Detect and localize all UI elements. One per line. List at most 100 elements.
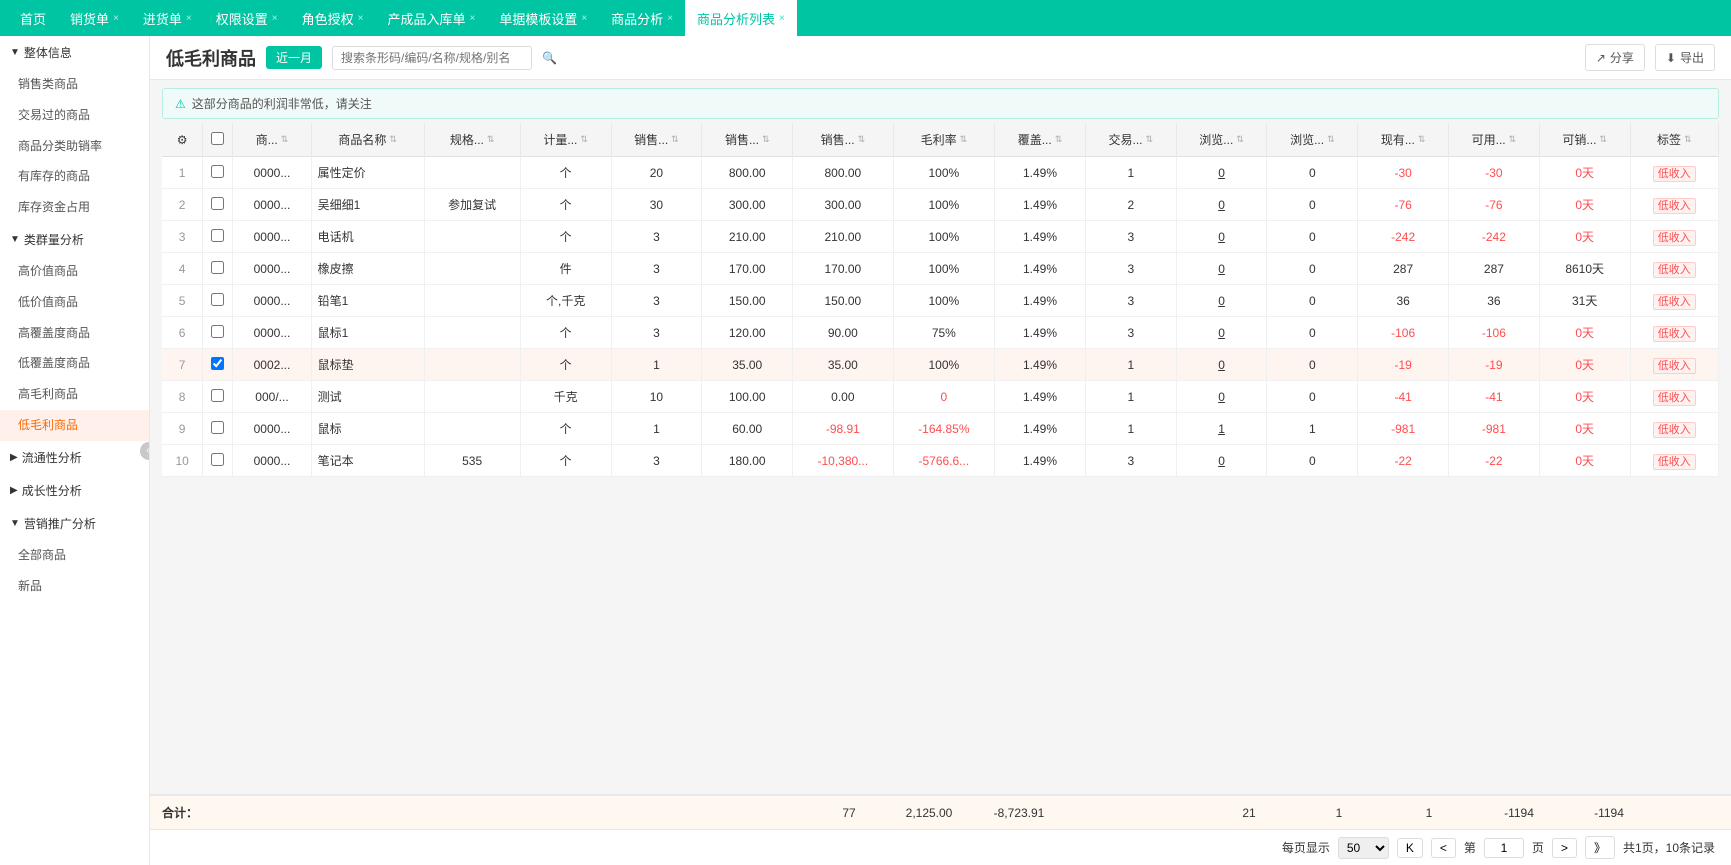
row-checkbox-cell[interactable]	[203, 253, 233, 285]
page-number-input[interactable]	[1484, 838, 1524, 858]
row-browse1[interactable]: 0	[1176, 349, 1267, 381]
row-browse1[interactable]: 0	[1176, 285, 1267, 317]
per-page-select[interactable]: 50 20 100	[1338, 837, 1389, 859]
row-browse1[interactable]: 0	[1176, 253, 1267, 285]
row-checkbox-cell[interactable]	[203, 285, 233, 317]
nav-template-settings[interactable]: 单据模板设置 ×	[487, 0, 599, 36]
row-checkbox[interactable]	[211, 453, 224, 466]
nav-role-auth[interactable]: 角色授权 ×	[290, 0, 376, 36]
sidebar-item-all-goods[interactable]: 全部商品	[0, 540, 149, 571]
row-checkbox[interactable]	[211, 197, 224, 210]
row-checkbox[interactable]	[211, 165, 224, 178]
row-browse1[interactable]: 0	[1176, 381, 1267, 413]
row-name[interactable]: 属性定价	[311, 157, 424, 189]
col-unit[interactable]: 计量... ⇅	[520, 123, 611, 157]
sidebar-item-new-goods[interactable]: 新品	[0, 571, 149, 602]
row-name[interactable]: 鼠标1	[311, 317, 424, 349]
share-button[interactable]: ↗ 分享	[1585, 44, 1645, 71]
nav-product-warehouse[interactable]: 产成品入库单 ×	[375, 0, 487, 36]
date-filter-button[interactable]: 近一月	[266, 46, 322, 69]
col-available[interactable]: 可用... ⇅	[1449, 123, 1540, 157]
close-role-auth-icon[interactable]: ×	[358, 13, 364, 24]
last-page-button[interactable]: 》	[1585, 836, 1615, 859]
row-browse1[interactable]: 0	[1176, 189, 1267, 221]
row-name[interactable]: 电话机	[311, 221, 424, 253]
col-select-all[interactable]	[203, 123, 233, 157]
search-icon[interactable]: 🔍	[542, 51, 557, 65]
row-checkbox[interactable]	[211, 293, 224, 306]
row-browse1[interactable]: 0	[1176, 157, 1267, 189]
row-name[interactable]: 笔记本	[311, 445, 424, 477]
row-checkbox-cell[interactable]	[203, 381, 233, 413]
col-sales-qty[interactable]: 销售... ⇅	[611, 123, 702, 157]
row-name[interactable]: 测试	[311, 381, 424, 413]
sidebar-section-marketing[interactable]: ▼ 营销推广分析	[0, 507, 149, 540]
next-page-button[interactable]: >	[1552, 838, 1577, 858]
col-sales-price[interactable]: 销售... ⇅	[702, 123, 793, 157]
select-all-checkbox[interactable]	[211, 132, 224, 145]
close-product-analysis-icon[interactable]: ×	[667, 13, 673, 24]
nav-product-analysis[interactable]: 商品分析 ×	[599, 0, 685, 36]
row-name[interactable]: 橡皮擦	[311, 253, 424, 285]
sidebar-item-low-coverage[interactable]: 低覆盖度商品	[0, 348, 149, 379]
col-cover-rate[interactable]: 覆盖... ⇅	[995, 123, 1086, 157]
row-name[interactable]: 铅笔1	[311, 285, 424, 317]
sidebar-section-growth[interactable]: ▶ 成长性分析	[0, 474, 149, 507]
prev-page-button[interactable]: <	[1431, 838, 1456, 858]
sidebar-item-stocked-goods[interactable]: 有库存的商品	[0, 161, 149, 192]
col-tag[interactable]: 标签 ⇅	[1630, 123, 1718, 157]
col-gross-rate[interactable]: 毛利率 ⇅	[893, 123, 995, 157]
close-purchase-order-icon[interactable]: ×	[186, 13, 192, 24]
sidebar-item-capital-use[interactable]: 库存资金占用	[0, 192, 149, 223]
col-browse2[interactable]: 浏览... ⇅	[1267, 123, 1358, 157]
sidebar-section-overall[interactable]: ▼ 整体信息	[0, 36, 149, 69]
close-permission-icon[interactable]: ×	[272, 13, 278, 24]
sidebar-item-high-margin[interactable]: 高毛利商品	[0, 379, 149, 410]
row-browse1[interactable]: 0	[1176, 221, 1267, 253]
sidebar-section-circulation[interactable]: ▶ 流通性分析	[0, 441, 149, 474]
sidebar-item-high-value[interactable]: 高价值商品	[0, 256, 149, 287]
row-checkbox-cell[interactable]	[203, 221, 233, 253]
col-saleable[interactable]: 可销... ⇅	[1539, 123, 1630, 157]
close-template-icon[interactable]: ×	[581, 13, 587, 24]
row-checkbox-cell[interactable]	[203, 157, 233, 189]
export-button[interactable]: ⬇ 导出	[1655, 44, 1715, 71]
close-product-analysis-list-icon[interactable]: ×	[779, 13, 785, 24]
row-name[interactable]: 鼠标	[311, 413, 424, 445]
search-input[interactable]	[332, 46, 532, 70]
col-settings[interactable]: ⚙	[162, 123, 203, 157]
nav-permission-settings[interactable]: 权限设置 ×	[204, 0, 290, 36]
nav-purchase-order[interactable]: 进货单 ×	[131, 0, 204, 36]
row-checkbox-cell[interactable]	[203, 349, 233, 381]
row-checkbox[interactable]	[211, 261, 224, 274]
sidebar-item-traded-goods[interactable]: 交易过的商品	[0, 100, 149, 131]
row-checkbox[interactable]	[211, 229, 224, 242]
row-name[interactable]: 鼠标垫	[311, 349, 424, 381]
row-checkbox[interactable]	[211, 325, 224, 338]
sidebar-item-sales-goods[interactable]: 销售类商品	[0, 69, 149, 100]
col-trade-count[interactable]: 交易... ⇅	[1085, 123, 1176, 157]
row-browse1[interactable]: 0	[1176, 317, 1267, 349]
col-code[interactable]: 商... ⇅	[233, 123, 311, 157]
row-name[interactable]: 吴细细1	[311, 189, 424, 221]
row-checkbox-cell[interactable]	[203, 317, 233, 349]
sidebar-item-high-coverage[interactable]: 高覆盖度商品	[0, 318, 149, 349]
col-spec[interactable]: 规格... ⇅	[424, 123, 520, 157]
row-checkbox-cell[interactable]	[203, 189, 233, 221]
nav-home[interactable]: 首页	[8, 0, 58, 36]
col-browse1[interactable]: 浏览... ⇅	[1176, 123, 1267, 157]
row-checkbox[interactable]	[211, 357, 224, 370]
row-checkbox[interactable]	[211, 389, 224, 402]
sidebar-item-low-value[interactable]: 低价值商品	[0, 287, 149, 318]
close-sales-order-icon[interactable]: ×	[113, 13, 119, 24]
sidebar-section-cluster[interactable]: ▼ 类群量分析	[0, 223, 149, 256]
row-checkbox-cell[interactable]	[203, 413, 233, 445]
col-sales-amount[interactable]: 销售... ⇅	[793, 123, 893, 157]
col-current-stock[interactable]: 现有... ⇅	[1358, 123, 1449, 157]
nav-sales-order[interactable]: 销货单 ×	[58, 0, 131, 36]
col-name[interactable]: 商品名称 ⇅	[311, 123, 424, 157]
sidebar-item-low-margin[interactable]: 低毛利商品	[0, 410, 149, 441]
first-page-button[interactable]: K	[1397, 838, 1423, 858]
close-product-warehouse-icon[interactable]: ×	[469, 13, 475, 24]
row-browse1[interactable]: 1	[1176, 413, 1267, 445]
